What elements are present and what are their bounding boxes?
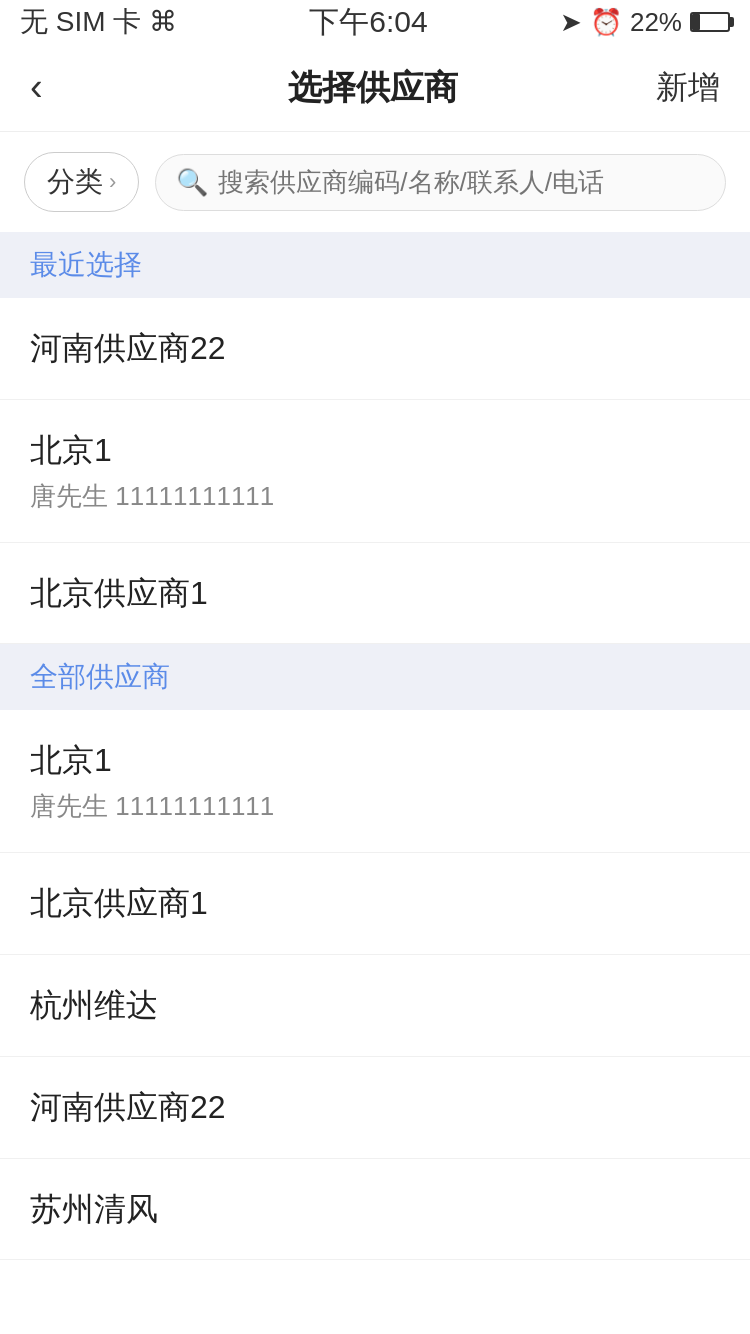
category-label: 分类 bbox=[47, 163, 103, 201]
search-icon: 🔍 bbox=[176, 167, 208, 198]
list-item[interactable]: 北京1 唐先生 11111111111 bbox=[0, 400, 750, 543]
list-item[interactable]: 苏州清风 bbox=[0, 1159, 750, 1261]
item-name: 北京供应商1 bbox=[30, 881, 720, 926]
add-button[interactable]: 新增 bbox=[656, 66, 720, 110]
item-name: 河南供应商22 bbox=[30, 326, 720, 371]
status-right-icons: ➤ ⏰ 22% bbox=[560, 7, 730, 38]
list-item[interactable]: 北京1 唐先生 11111111111 bbox=[0, 710, 750, 853]
status-time: 下午6:04 bbox=[309, 2, 427, 43]
battery-icon bbox=[690, 12, 730, 32]
location-icon: ➤ bbox=[560, 7, 582, 38]
item-name: 杭州维达 bbox=[30, 983, 720, 1028]
category-button[interactable]: 分类 › bbox=[24, 152, 139, 212]
all-list: 北京1 唐先生 11111111111 北京供应商1 杭州维达 河南供应商22 … bbox=[0, 710, 750, 1260]
filter-bar: 分类 › 🔍 bbox=[0, 132, 750, 232]
item-sub: 唐先生 11111111111 bbox=[30, 479, 720, 514]
all-section-header: 全部供应商 bbox=[0, 644, 750, 710]
status-bar: 无 SIM 卡 ⌘ 下午6:04 ➤ ⏰ 22% bbox=[0, 0, 750, 44]
list-item[interactable]: 北京供应商1 bbox=[0, 853, 750, 955]
recent-list: 河南供应商22 北京1 唐先生 11111111111 北京供应商1 bbox=[0, 298, 750, 644]
search-box[interactable]: 🔍 bbox=[155, 154, 726, 211]
back-button[interactable]: ‹ bbox=[30, 66, 90, 109]
item-name: 北京1 bbox=[30, 738, 720, 783]
item-sub: 唐先生 11111111111 bbox=[30, 789, 720, 824]
item-name: 河南供应商22 bbox=[30, 1085, 720, 1130]
chevron-right-icon: › bbox=[109, 169, 116, 195]
recent-section-header: 最近选择 bbox=[0, 232, 750, 298]
alarm-icon: ⏰ bbox=[590, 7, 622, 38]
status-signal: 无 SIM 卡 ⌘ bbox=[20, 3, 177, 41]
nav-bar: ‹ 选择供应商 新增 bbox=[0, 44, 750, 132]
item-name: 北京1 bbox=[30, 428, 720, 473]
battery-percentage: 22% bbox=[630, 7, 682, 38]
item-name: 北京供应商1 bbox=[30, 571, 720, 616]
list-item[interactable]: 河南供应商22 bbox=[0, 298, 750, 400]
list-item[interactable]: 杭州维达 bbox=[0, 955, 750, 1057]
list-item[interactable]: 河南供应商22 bbox=[0, 1057, 750, 1159]
search-input[interactable] bbox=[218, 167, 705, 198]
page-title: 选择供应商 bbox=[288, 65, 458, 111]
recent-section-title: 最近选择 bbox=[30, 249, 142, 280]
all-section-title: 全部供应商 bbox=[30, 661, 170, 692]
list-item[interactable]: 北京供应商1 bbox=[0, 543, 750, 645]
item-name: 苏州清风 bbox=[30, 1187, 720, 1232]
